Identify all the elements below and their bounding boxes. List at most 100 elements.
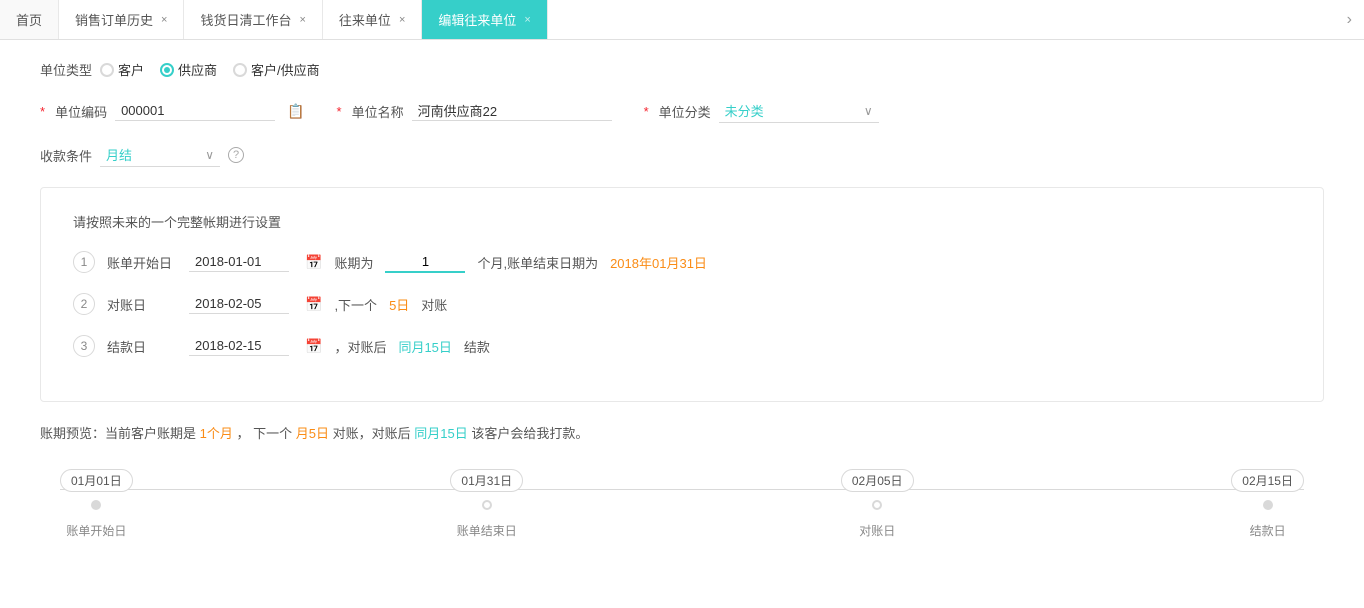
timeline-dot-2 <box>872 500 882 510</box>
radio-supplier-circle <box>160 63 174 77</box>
radio-both[interactable]: 客户/供应商 <box>233 60 320 79</box>
payment-terms-field: 收款条件 月结 ∨ ? <box>40 143 244 167</box>
unit-code-input[interactable] <box>115 101 275 121</box>
unit-type-row: 单位类型 客户 供应商 客户/供应商 <box>40 60 1324 79</box>
tab-edit-partner[interactable]: 编辑往来单位 × <box>422 0 547 39</box>
preview-prefix: 账期预览：当前客户账期是 <box>40 426 196 441</box>
timeline-badge-0: 01月01日 <box>60 469 133 492</box>
unit-class-star: * <box>644 104 649 119</box>
preview-period: 1个月 <box>200 426 233 441</box>
step-2-row: 2 对账日 2018-02-05 📅 ,下一个 5日 对账 <box>73 293 1291 315</box>
unit-name-input[interactable] <box>412 101 612 121</box>
tab-cash-work-close[interactable]: × <box>299 14 305 26</box>
unit-code-icon[interactable]: 📋 <box>287 103 304 120</box>
timeline-sublabel-2: 对账日 <box>859 522 895 539</box>
step-3-date: 2018-02-15 <box>189 336 289 356</box>
preview-suffix: 该客户会给我打款。 <box>471 426 588 441</box>
unit-code-field: * 单位编码 📋 <box>40 101 305 121</box>
radio-customer-label: 客户 <box>118 60 144 79</box>
payment-terms-value: 月结 <box>106 145 197 164</box>
unit-class-arrow: ∨ <box>864 104 873 118</box>
preview-comma: ， <box>237 426 250 441</box>
step-1-num: 1 <box>73 251 95 273</box>
step-2-cal-icon[interactable]: 📅 <box>305 296 322 313</box>
radio-customer-circle <box>100 63 114 77</box>
step-1-row: 1 账单开始日 2018-01-01 📅 账期为 个月,账单结束日期为 2018… <box>73 251 1291 273</box>
step-3-label: 结款日 <box>107 337 177 356</box>
radio-both-label: 客户/供应商 <box>251 60 320 79</box>
timeline-sublabel-3: 结款日 <box>1250 522 1286 539</box>
step-1-date: 2018-01-01 <box>189 252 289 272</box>
payment-terms-label: 收款条件 <box>40 146 92 165</box>
step-2-num: 2 <box>73 293 95 315</box>
timeline-points: 01月01日 账单开始日 01月31日 账单结束日 02月05日 对账日 02月… <box>60 469 1304 539</box>
timeline-badge-3: 02月15日 <box>1231 469 1304 492</box>
main-content: 单位类型 客户 供应商 客户/供应商 * 单位编码 <box>0 40 1364 608</box>
unit-type-radio-group: 客户 供应商 客户/供应商 <box>100 60 320 79</box>
step-1-suffix-pre: 账期为 <box>334 253 373 272</box>
timeline-badge-1: 01月31日 <box>450 469 523 492</box>
account-preview: 账期预览：当前客户账期是 1个月 ， 下一个 月5日 对账，对账后 同月15日 … <box>40 422 1324 445</box>
timeline-dot-0 <box>91 500 101 510</box>
unit-class-value: 未分类 <box>725 101 856 120</box>
step-3-num: 3 <box>73 335 95 357</box>
unit-name-field: * 单位名称 <box>337 101 612 121</box>
timeline-dot-3 <box>1263 500 1273 510</box>
unit-info-row: * 单位编码 📋 * 单位名称 * 单位分类 未分类 ∨ <box>40 99 1324 123</box>
preview-next-highlight: 月5日 <box>296 426 329 441</box>
step-3-suffix-pre: ，对账后 <box>334 337 386 356</box>
step-1-label: 账单开始日 <box>107 253 177 272</box>
step-2-label: 对账日 <box>107 295 177 314</box>
step-3-suffix: 结款 <box>464 337 490 356</box>
unit-class-select[interactable]: 未分类 ∨ <box>719 99 879 123</box>
tab-bar: 首页 销售订单历史 × 钱货日清工作台 × 往来单位 × 编辑往来单位 × › <box>0 0 1364 40</box>
payment-terms-row: 收款条件 月结 ∨ ? <box>40 143 1324 167</box>
unit-code-star: * <box>40 104 45 119</box>
step-2-suffix-pre: ,下一个 <box>334 295 377 314</box>
tab-sales-history[interactable]: 销售订单历史 × <box>59 0 184 39</box>
preview-next-label: 下一个 <box>253 426 292 441</box>
tab-sales-history-close[interactable]: × <box>161 14 167 26</box>
unit-name-star: * <box>337 104 342 119</box>
timeline-point-2: 02月05日 对账日 <box>841 469 914 539</box>
tab-edit-partner-label: 编辑往来单位 <box>438 10 516 29</box>
radio-both-circle <box>233 63 247 77</box>
timeline-container: 01月01日 账单开始日 01月31日 账单结束日 02月05日 对账日 02月… <box>40 469 1324 539</box>
unit-type-field: 单位类型 客户 供应商 客户/供应商 <box>40 60 320 79</box>
step-3-row: 3 结款日 2018-02-15 📅 ，对账后 同月15日 结款 <box>73 335 1291 357</box>
unit-class-label: 单位分类 <box>659 102 711 121</box>
step-1-period-input[interactable] <box>385 252 465 273</box>
payment-terms-select[interactable]: 月结 ∨ <box>100 143 220 167</box>
tab-edit-partner-close[interactable]: × <box>524 14 530 26</box>
tab-cash-work[interactable]: 钱货日清工作台 × <box>184 0 322 39</box>
tab-partner-unit-label: 往来单位 <box>339 10 391 29</box>
timeline-sublabel-0: 账单开始日 <box>66 522 126 539</box>
timeline-point-1: 01月31日 账单结束日 <box>450 469 523 539</box>
section-description: 请按照未来的一个完整帐期进行设置 <box>73 212 1291 231</box>
help-icon[interactable]: ? <box>228 147 244 163</box>
step-3-highlight-teal: 同月15日 <box>398 337 451 356</box>
step-1-highlight-orange: 2018年01月31日 <box>610 253 707 272</box>
preview-middle: 对账，对账后 <box>333 426 411 441</box>
preview-pay-highlight: 同月15日 <box>414 426 467 441</box>
tab-nav-arrow[interactable]: › <box>1335 11 1364 29</box>
step-3-cal-icon[interactable]: 📅 <box>305 338 322 355</box>
tab-home[interactable]: 首页 <box>0 0 59 39</box>
unit-code-label: 单位编码 <box>55 102 107 121</box>
unit-type-label: 单位类型 <box>40 60 92 79</box>
unit-class-field: * 单位分类 未分类 ∨ <box>644 99 879 123</box>
radio-customer[interactable]: 客户 <box>100 60 144 79</box>
payment-terms-arrow: ∨ <box>205 148 214 162</box>
timeline-badge-2: 02月05日 <box>841 469 914 492</box>
timeline-point-0: 01月01日 账单开始日 <box>60 469 133 539</box>
tab-home-label: 首页 <box>16 10 42 29</box>
radio-supplier-label: 供应商 <box>178 60 217 79</box>
section-box: 请按照未来的一个完整帐期进行设置 1 账单开始日 2018-01-01 📅 账期… <box>40 187 1324 402</box>
tab-partner-unit-close[interactable]: × <box>399 14 405 26</box>
step-2-suffix: 对账 <box>421 295 447 314</box>
step-1-cal-icon[interactable]: 📅 <box>305 254 322 271</box>
timeline-dot-1 <box>482 500 492 510</box>
radio-supplier[interactable]: 供应商 <box>160 60 217 79</box>
tab-partner-unit[interactable]: 往来单位 × <box>323 0 422 39</box>
tab-cash-work-label: 钱货日清工作台 <box>200 10 291 29</box>
